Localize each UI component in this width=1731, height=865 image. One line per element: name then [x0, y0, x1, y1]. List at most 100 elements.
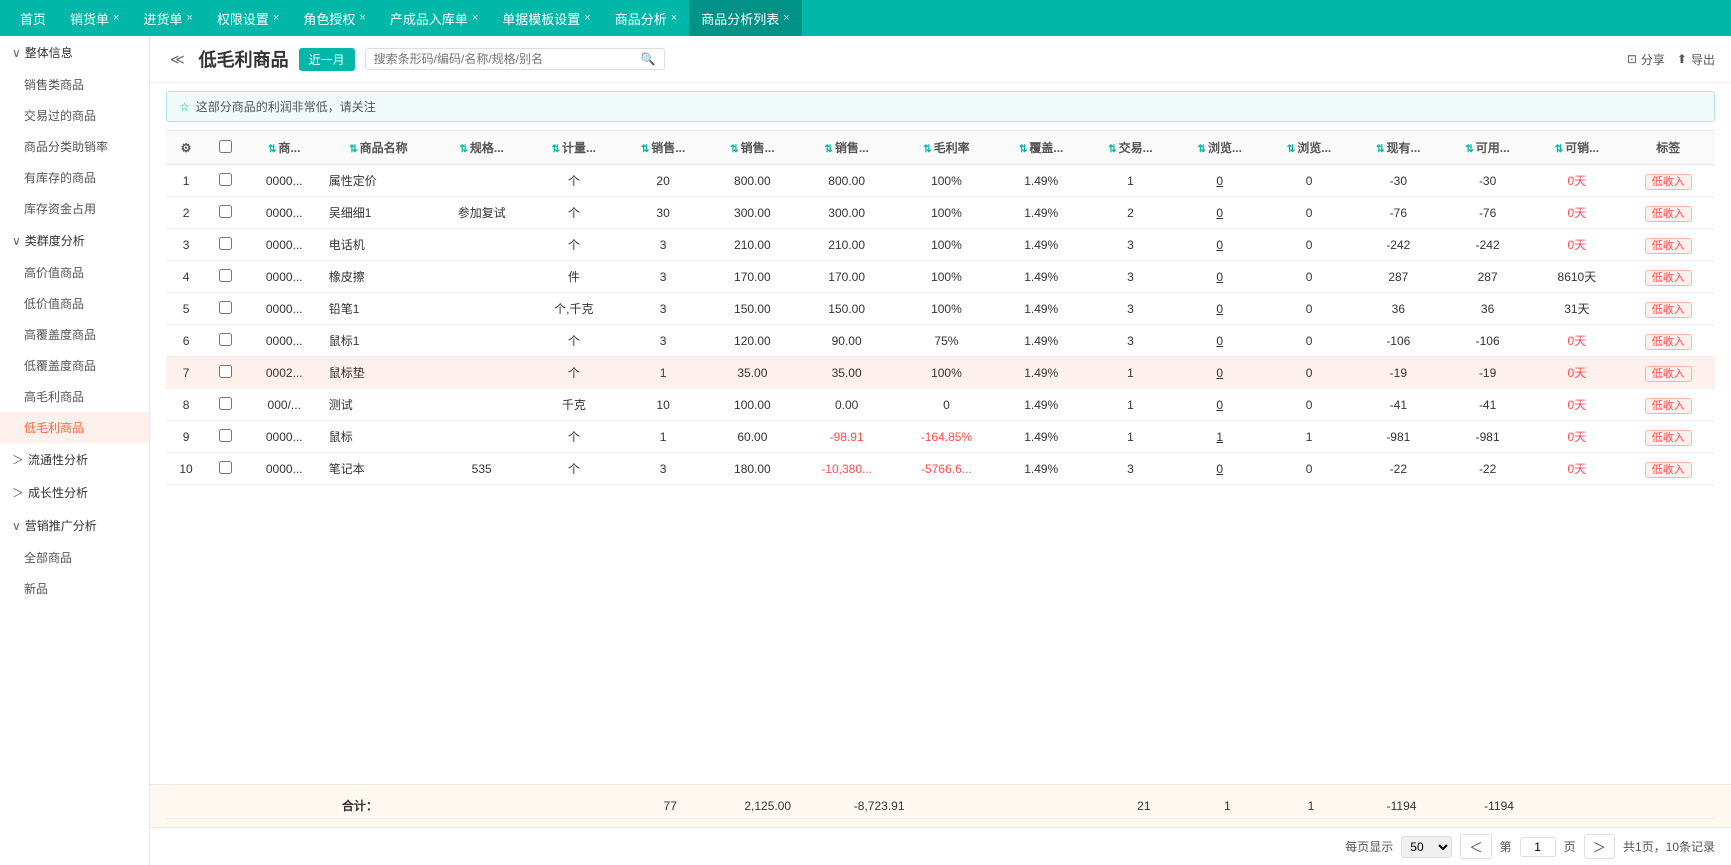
col-sellable[interactable]: ⇅可销... [1532, 131, 1621, 165]
row-select[interactable] [219, 333, 232, 346]
nav-role-auth[interactable]: 角色授权 × [291, 0, 377, 36]
col-spec[interactable]: ⇅规格... [434, 131, 529, 165]
search-input[interactable] [374, 52, 641, 66]
row-select[interactable] [219, 365, 232, 378]
col-sale-qty[interactable]: ⇅销售... [618, 131, 707, 165]
row-select[interactable] [219, 205, 232, 218]
row-browse1[interactable]: 0 [1175, 293, 1264, 325]
row-select[interactable] [219, 301, 232, 314]
row-browse1[interactable]: 1 [1175, 421, 1264, 453]
col-gross-rate[interactable]: ⇅毛利率 [896, 131, 996, 165]
row-checkbox[interactable] [206, 389, 246, 421]
sidebar-item-high-value[interactable]: 高价值商品 [0, 257, 149, 288]
nav-role-close[interactable]: × [359, 12, 365, 24]
nav-permissions[interactable]: 权限设置 × [205, 0, 291, 36]
sidebar-item-all-goods[interactable]: 全部商品 [0, 542, 149, 573]
sidebar-item-high-coverage[interactable]: 高覆盖度商品 [0, 319, 149, 350]
sidebar-item-category-rate[interactable]: 商品分类助销率 [0, 131, 149, 162]
nav-template[interactable]: 单据模板设置 × [490, 0, 602, 36]
row-checkbox[interactable] [206, 453, 246, 485]
sidebar-item-low-coverage[interactable]: 低覆盖度商品 [0, 350, 149, 381]
row-checkbox[interactable] [206, 197, 246, 229]
nav-purchase[interactable]: 进货单 × [131, 0, 204, 36]
table-row: 10 0000... 笔记本 535 个 3 180.00 -10,380...… [166, 453, 1715, 485]
row-select[interactable] [219, 429, 232, 442]
row-index: 8 [166, 389, 206, 421]
nav-product-entry[interactable]: 产成品入库单 × [378, 0, 490, 36]
filter-button[interactable]: 近一月 [299, 48, 355, 71]
row-checkbox[interactable] [206, 229, 246, 261]
row-checkbox[interactable] [206, 325, 246, 357]
col-name[interactable]: ⇅商品名称 [323, 131, 434, 165]
row-browse1[interactable]: 0 [1175, 197, 1264, 229]
nav-sales[interactable]: 销货单 × [58, 0, 131, 36]
sidebar-group-growth[interactable]: ＞ 成长性分析 [0, 476, 149, 509]
nav-home[interactable]: 首页 [8, 0, 58, 36]
row-checkbox[interactable] [206, 421, 246, 453]
row-select[interactable] [219, 173, 232, 186]
row-browse1[interactable]: 0 [1175, 325, 1264, 357]
sidebar-item-sales-goods[interactable]: 销售类商品 [0, 69, 149, 100]
sidebar-item-low-value[interactable]: 低价值商品 [0, 288, 149, 319]
prev-page-button[interactable]: ＜ [1460, 834, 1491, 859]
col-sale-price[interactable]: ⇅销售... [708, 131, 797, 165]
sidebar-collapse-btn[interactable]: ≪ [166, 47, 189, 72]
row-code: 0000... [246, 325, 323, 357]
share-button[interactable]: ⊡ 分享 [1627, 51, 1665, 68]
row-select[interactable] [219, 237, 232, 250]
row-browse1[interactable]: 0 [1175, 389, 1264, 421]
nav-analysis-list[interactable]: 商品分析列表 × [689, 0, 801, 36]
sidebar-group-circulation[interactable]: ＞ 流通性分析 [0, 443, 149, 476]
select-all-checkbox[interactable] [219, 140, 232, 153]
row-code: 0002... [246, 357, 323, 389]
sidebar-group-marketing[interactable]: ∨ 营销推广分析 [0, 509, 149, 542]
row-checkbox[interactable] [206, 261, 246, 293]
row-sellable: 0天 [1532, 389, 1621, 421]
col-browse1[interactable]: ⇅浏览... [1175, 131, 1264, 165]
sidebar-group-class[interactable]: ∨ 类群度分析 [0, 224, 149, 257]
sidebar-item-new-goods[interactable]: 新品 [0, 573, 149, 604]
sidebar-item-stock-goods[interactable]: 有库存的商品 [0, 162, 149, 193]
col-coverage[interactable]: ⇅覆盖... [997, 131, 1086, 165]
row-select[interactable] [219, 397, 232, 410]
row-checkbox[interactable] [206, 165, 246, 197]
page-number-input[interactable] [1520, 837, 1556, 857]
sidebar-group-overall[interactable]: ∨ 整体信息 [0, 36, 149, 69]
nav-product-close[interactable]: × [472, 12, 478, 24]
row-sale-price: 300.00 [708, 197, 797, 229]
search-icon[interactable]: 🔍 [641, 52, 656, 66]
row-browse1[interactable]: 0 [1175, 229, 1264, 261]
sidebar-item-low-gross[interactable]: 低毛利商品 [0, 412, 149, 443]
page-suffix: 页 [1564, 838, 1576, 855]
col-sale-amount[interactable]: ⇅销售... [797, 131, 896, 165]
row-browse1[interactable]: 0 [1175, 357, 1264, 389]
nav-permissions-close[interactable]: × [273, 12, 279, 24]
row-select[interactable] [219, 461, 232, 474]
col-trade[interactable]: ⇅交易... [1086, 131, 1175, 165]
nav-sales-close[interactable]: × [113, 12, 119, 24]
row-select[interactable] [219, 269, 232, 282]
col-unit[interactable]: ⇅计量... [529, 131, 618, 165]
row-browse1[interactable]: 0 [1175, 453, 1264, 485]
per-page-select[interactable]: 50 100 200 [1401, 836, 1452, 858]
sidebar-item-high-gross[interactable]: 高毛利商品 [0, 381, 149, 412]
row-browse1[interactable]: 0 [1175, 261, 1264, 293]
sidebar-item-stock-capital[interactable]: 库存资金占用 [0, 193, 149, 224]
sidebar-item-traded-goods[interactable]: 交易过的商品 [0, 100, 149, 131]
row-checkbox[interactable] [206, 357, 246, 389]
nav-purchase-close[interactable]: × [186, 12, 192, 24]
col-settings[interactable]: ⚙ [166, 131, 206, 165]
col-current[interactable]: ⇅现有... [1354, 131, 1443, 165]
export-button[interactable]: ⬆ 导出 [1677, 51, 1715, 68]
row-tag: 低收入 [1622, 197, 1715, 229]
nav-product-analysis[interactable]: 商品分析 × [603, 0, 689, 36]
row-browse1[interactable]: 0 [1175, 165, 1264, 197]
col-available[interactable]: ⇅可用... [1443, 131, 1532, 165]
nav-analysis-close[interactable]: × [671, 12, 677, 24]
next-page-button[interactable]: ＞ [1584, 834, 1615, 859]
col-browse2[interactable]: ⇅浏览... [1264, 131, 1353, 165]
nav-analysis-list-close[interactable]: × [783, 12, 789, 24]
nav-template-close[interactable]: × [584, 12, 590, 24]
row-checkbox[interactable] [206, 293, 246, 325]
col-code[interactable]: ⇅商... [246, 131, 323, 165]
